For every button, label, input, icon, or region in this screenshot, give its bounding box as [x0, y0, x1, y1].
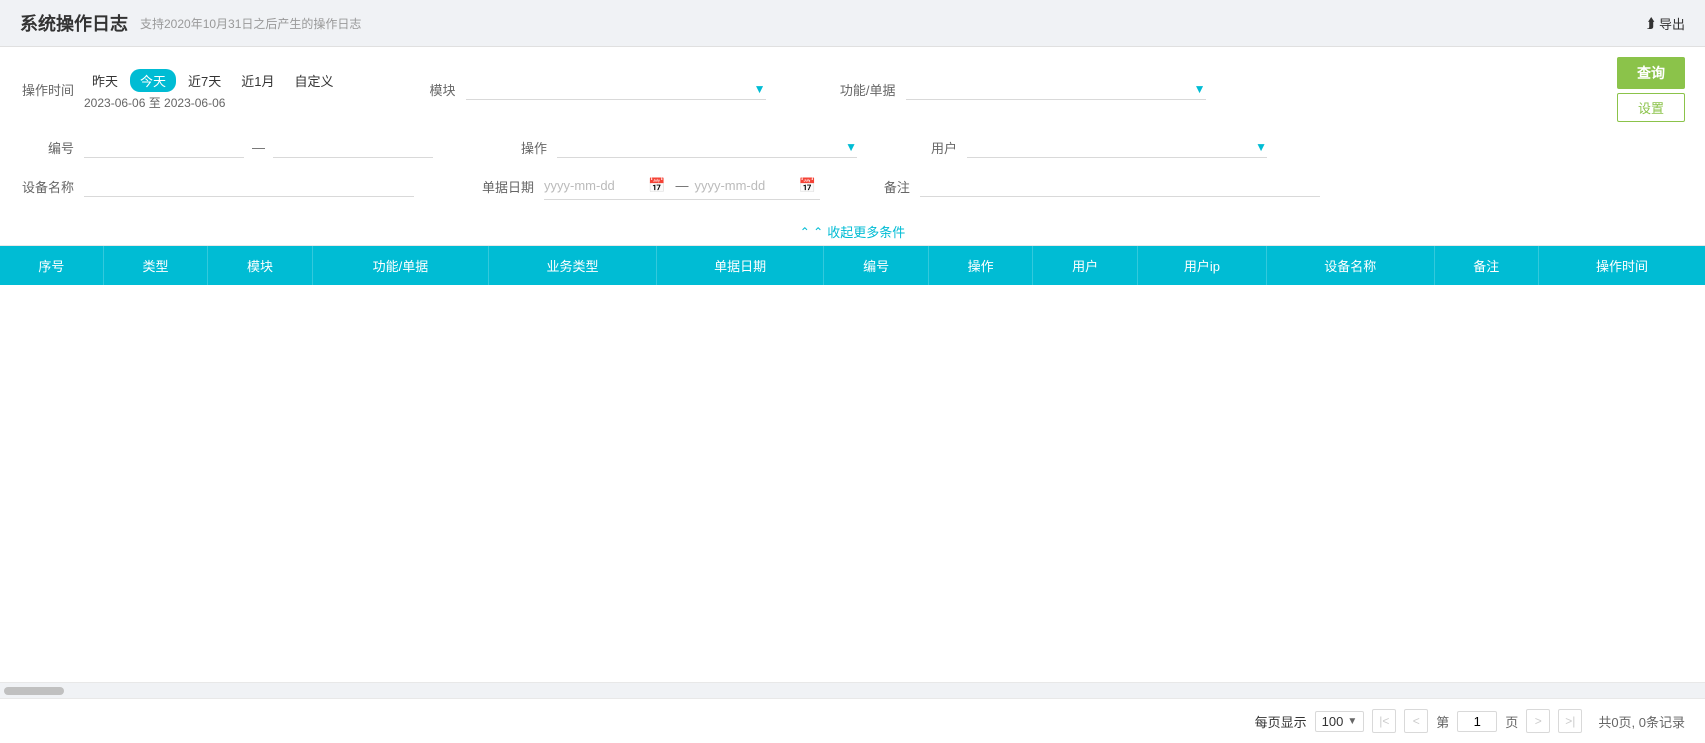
- page-size-chevron: ▼: [1347, 716, 1357, 727]
- module-select[interactable]: ▼: [466, 79, 766, 100]
- page-title: 系统操作日志: [20, 10, 128, 36]
- scrollbar-thumb: [4, 687, 64, 695]
- date-input-start[interactable]: [544, 175, 644, 196]
- col-type: 类型: [103, 246, 207, 285]
- filter-row-3: 设备名称 单据日期 📅 — 📅 备注: [20, 172, 1685, 200]
- collapse-up-icon: ⌃ ⌃: [800, 225, 823, 239]
- calendar-icon-start[interactable]: 📅: [648, 177, 665, 194]
- collapse-bar: ⌃ ⌃ 收起更多条件: [20, 214, 1685, 245]
- header-bar: 系统操作日志 支持2020年10月31日之后产生的操作日志 ⮭ 导出: [0, 0, 1705, 47]
- filter-row-1: 操作时间 昨天 今天 近7天 近1月 自定义 2023-06-06 至 2023…: [20, 57, 1685, 122]
- col-voucher-date: 单据日期: [656, 246, 824, 285]
- col-seq: 序号: [0, 246, 103, 285]
- operation-select[interactable]: ▼: [557, 137, 857, 158]
- module-label: 模块: [402, 80, 466, 99]
- export-icon: ⮭: [1647, 15, 1655, 32]
- voucher-date-label: 单据日期: [474, 177, 544, 196]
- device-input[interactable]: [84, 175, 414, 197]
- time-btn-1month[interactable]: 近1月: [233, 69, 282, 92]
- data-table: 序号 类型 模块 功能/单据 业务类型 单据日期 编号 操作 用户 用户ip 设…: [0, 246, 1705, 285]
- query-button[interactable]: 查询: [1617, 57, 1685, 89]
- device-label: 设备名称: [20, 177, 84, 196]
- code-input-end[interactable]: [273, 136, 433, 158]
- user-chevron-icon: ▼: [1255, 140, 1267, 154]
- pagination: 每页显示 100 ▼ |< < 第 页 > >| 共0页, 0条记录: [0, 698, 1705, 743]
- code-dash: —: [252, 140, 265, 155]
- page-total: 共0页, 0条记录: [1598, 712, 1685, 731]
- page-size-value: 100: [1322, 714, 1344, 729]
- remark-label: 备注: [880, 177, 920, 196]
- time-label: 操作时间: [20, 80, 84, 99]
- col-operation: 操作: [928, 246, 1032, 285]
- col-code: 编号: [824, 246, 928, 285]
- function-label: 功能/单据: [826, 80, 906, 99]
- page-prev-button[interactable]: <: [1404, 709, 1428, 733]
- table-container: 序号 类型 模块 功能/单据 业务类型 单据日期 编号 操作 用户 用户ip 设…: [0, 246, 1705, 682]
- col-function: 功能/单据: [312, 246, 488, 285]
- col-device: 设备名称: [1266, 246, 1434, 285]
- page-first-button[interactable]: |<: [1372, 709, 1396, 733]
- page-subtitle: 支持2020年10月31日之后产生的操作日志: [140, 15, 361, 32]
- col-op-time: 操作时间: [1539, 246, 1705, 285]
- time-range: 2023-06-06 至 2023-06-06: [84, 94, 342, 111]
- col-module: 模块: [208, 246, 312, 285]
- filter-panel: 操作时间 昨天 今天 近7天 近1月 自定义 2023-06-06 至 2023…: [0, 47, 1705, 246]
- function-select[interactable]: ▼: [906, 79, 1206, 100]
- user-select[interactable]: ▼: [967, 137, 1267, 158]
- collapse-label: 收起更多条件: [827, 222, 905, 241]
- time-btn-7days[interactable]: 近7天: [180, 69, 229, 92]
- export-button[interactable]: ⮭ 导出: [1647, 14, 1685, 33]
- operation-chevron-icon: ▼: [845, 140, 857, 154]
- code-label: 编号: [20, 138, 84, 157]
- time-btn-custom[interactable]: 自定义: [287, 69, 342, 92]
- remark-input[interactable]: [920, 175, 1320, 197]
- col-user-ip: 用户ip: [1137, 246, 1266, 285]
- page-container: 系统操作日志 支持2020年10月31日之后产生的操作日志 ⮭ 导出 操作时间 …: [0, 0, 1705, 743]
- collapse-button[interactable]: ⌃ ⌃ 收起更多条件: [800, 222, 905, 241]
- page-size-label: 每页显示: [1255, 712, 1307, 731]
- page-input[interactable]: [1457, 711, 1497, 732]
- scrollbar-area[interactable]: [0, 682, 1705, 698]
- col-biz-type: 业务类型: [489, 246, 657, 285]
- table-header-row: 序号 类型 模块 功能/单据 业务类型 单据日期 编号 操作 用户 用户ip 设…: [0, 246, 1705, 285]
- page-last-button[interactable]: >|: [1558, 709, 1582, 733]
- main-content: 序号 类型 模块 功能/单据 业务类型 单据日期 编号 操作 用户 用户ip 设…: [0, 246, 1705, 743]
- operation-label: 操作: [493, 138, 557, 157]
- user-label: 用户: [917, 138, 967, 157]
- code-input-start[interactable]: [84, 136, 244, 158]
- page-next-button[interactable]: >: [1526, 709, 1550, 733]
- date-dash: —: [675, 178, 688, 193]
- date-input-end[interactable]: [694, 175, 794, 196]
- page-size-select[interactable]: 100 ▼: [1315, 711, 1365, 732]
- col-remark: 备注: [1434, 246, 1538, 285]
- export-label: 导出: [1659, 14, 1685, 33]
- filter-row-2: 编号 — 操作 ▼ 用户 ▼: [20, 136, 1685, 158]
- time-btn-today[interactable]: 今天: [130, 69, 176, 92]
- calendar-icon-end[interactable]: 📅: [798, 177, 815, 194]
- page-label-pre: 第: [1436, 712, 1449, 731]
- page-label-post: 页: [1505, 712, 1518, 731]
- settings-button[interactable]: 设置: [1617, 93, 1685, 122]
- time-btn-yesterday[interactable]: 昨天: [84, 69, 126, 92]
- module-chevron-icon: ▼: [754, 82, 766, 96]
- col-user: 用户: [1033, 246, 1137, 285]
- function-chevron-icon: ▼: [1194, 82, 1206, 96]
